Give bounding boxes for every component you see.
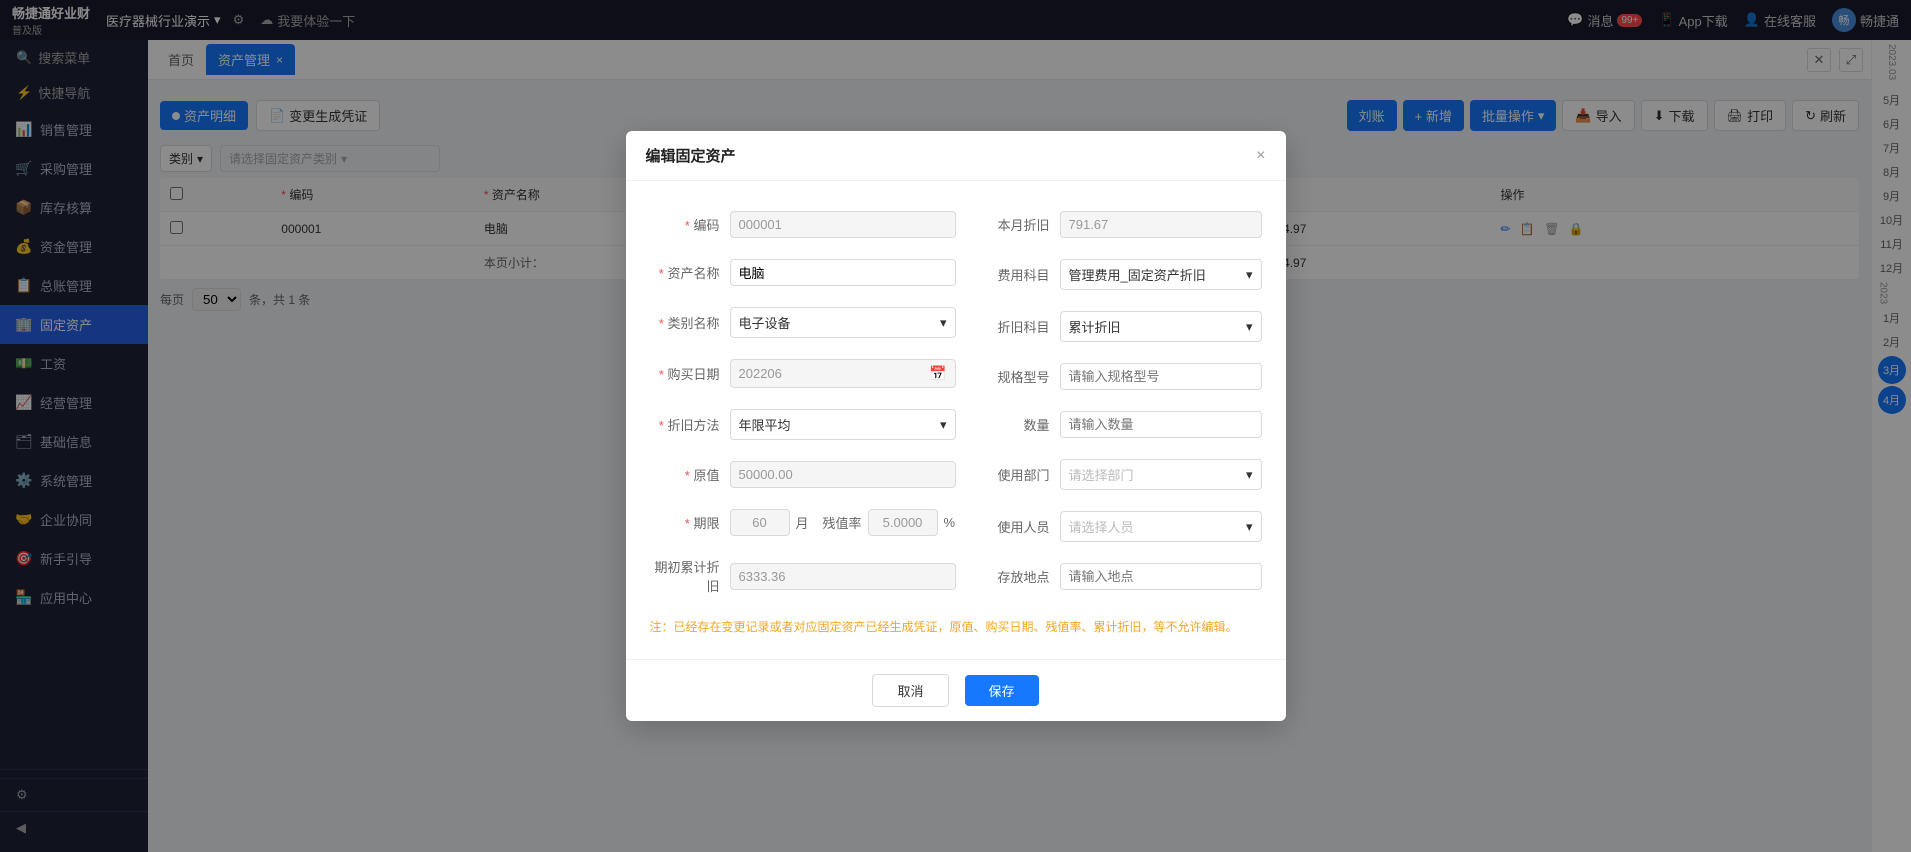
form-row-original-value: * 原值 [650,451,956,499]
form-col-left: * 编码 * 资产名称 * 类别名称 [650,201,956,606]
form-row-dep-method: * 折旧方法 年限平均 ▾ [650,399,956,451]
modal-body: * 编码 * 资产名称 * 类别名称 [626,181,1286,659]
form-col-right: 本月折旧 费用科目 管理费用_固定资产折旧 ▾ [956,201,1262,606]
form-row-expense-subject: 费用科目 管理费用_固定资产折旧 ▾ [980,249,1262,301]
modal-close-btn[interactable]: × [1256,147,1265,165]
modal-title: 编辑固定资产 [646,145,736,166]
code-input[interactable] [730,211,956,238]
form-row-asset-name: * 资产名称 [650,249,956,297]
category-select[interactable]: 电子设备 ▾ [730,307,956,338]
form-row-quantity: 数量 [980,401,1262,449]
form-row-purchase-date: * 购买日期 📅 [650,349,956,399]
original-value-input[interactable] [730,461,956,488]
user-select[interactable]: 请选择人员 ▾ [1060,511,1262,542]
purchase-date-input[interactable] [739,366,930,381]
save-btn[interactable]: 保存 [965,675,1039,706]
form-row-spec: 规格型号 [980,353,1262,401]
asset-name-input[interactable] [730,259,956,286]
spec-input[interactable] [1060,363,1262,390]
form-row-dep-subject: 折旧科目 累计折旧 ▾ [980,301,1262,353]
edit-asset-modal: 编辑固定资产 × * 编码 * 资产名称 [626,131,1286,721]
form-row-month-dep: 本月折旧 [980,201,1262,249]
residual-rate-input[interactable] [868,509,938,536]
period-input[interactable] [730,509,790,536]
form-row-accum-dep: 期初累计折旧 [650,547,956,606]
dep-subject-select[interactable]: 累计折旧 ▾ [1060,311,1262,342]
modal-header: 编辑固定资产 × [626,131,1286,181]
form-row-period: * 期限 月 残值率 % [650,499,956,547]
expense-subject-select[interactable]: 管理费用_固定资产折旧 ▾ [1060,259,1262,290]
accum-dep-input[interactable] [730,563,956,590]
modal-note: 注：已经存在变更记录或者对应固定资产已经生成凭证，原值、购买日期、残值率、累计折… [650,618,1262,639]
modal-overlay: 编辑固定资产 × * 编码 * 资产名称 [0,0,1911,852]
form-row-dept: 使用部门 请选择部门 ▾ [980,449,1262,501]
quantity-input[interactable] [1060,411,1262,438]
calendar-icon[interactable]: 📅 [929,365,946,382]
form-row-location: 存放地点 [980,553,1262,601]
cancel-btn[interactable]: 取消 [872,674,948,707]
form-row-category: * 类别名称 电子设备 ▾ [650,297,956,349]
form-grid: * 编码 * 资产名称 * 类别名称 [650,201,1262,606]
dept-select[interactable]: 请选择部门 ▾ [1060,459,1262,490]
dep-method-select[interactable]: 年限平均 ▾ [730,409,956,440]
form-row-code: * 编码 [650,201,956,249]
form-row-user: 使用人员 请选择人员 ▾ [980,501,1262,553]
modal-footer: 取消 保存 [626,659,1286,721]
location-input[interactable] [1060,563,1262,590]
month-dep-input[interactable] [1060,211,1262,238]
